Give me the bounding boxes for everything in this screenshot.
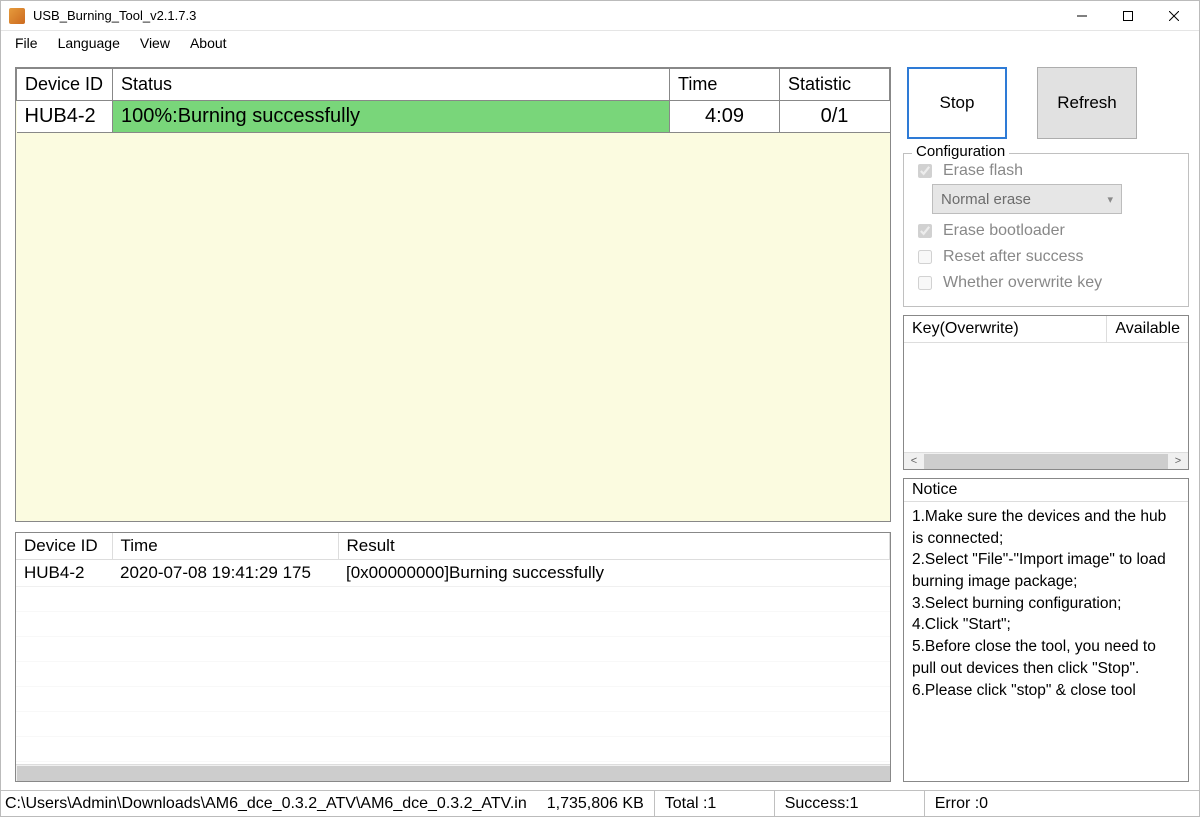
status-success: Success:1 [775, 791, 925, 816]
cfg-erase-bootloader-row: Erase bootloader [914, 218, 1178, 244]
log-panel: Device ID Time Result HUB4-2 2020-07-08 … [15, 532, 891, 782]
overwrite-key-label: Whether overwrite key [943, 274, 1102, 292]
log-cell-result: [0x00000000]Burning successfully [338, 560, 890, 587]
erase-flash-checkbox[interactable] [918, 164, 932, 178]
refresh-button[interactable]: Refresh [1037, 67, 1137, 139]
col-time[interactable]: Time [670, 69, 780, 101]
notice-line: 4.Click "Start"; [912, 614, 1180, 636]
erase-mode-select[interactable]: Normal erase ▾ [932, 184, 1122, 214]
maximize-button[interactable] [1105, 2, 1151, 30]
notice-body: 1.Make sure the devices and the hub is c… [904, 502, 1188, 705]
minimize-icon [1077, 11, 1087, 21]
overwrite-key-checkbox[interactable] [918, 276, 932, 290]
notice-panel: Notice 1.Make sure the devices and the h… [903, 478, 1189, 782]
erase-flash-label: Erase flash [943, 162, 1023, 180]
log-cell-time: 2020-07-08 19:41:29 175 [112, 560, 338, 587]
log-empty-rows [16, 587, 890, 764]
log-cell-device-id: HUB4-2 [16, 560, 112, 587]
content-area: Device ID Status Time Statistic HUB4-2 1… [1, 55, 1199, 790]
cfg-reset-row: Reset after success [914, 244, 1178, 270]
right-pane: Stop Refresh Configuration Erase flash N… [903, 67, 1189, 782]
key-panel: Key(Overwrite) Available < > [903, 315, 1189, 470]
minimize-button[interactable] [1059, 2, 1105, 30]
app-window: USB_Burning_Tool_v2.1.7.3 File Language … [0, 0, 1200, 817]
menu-language[interactable]: Language [48, 33, 130, 53]
window-title: USB_Burning_Tool_v2.1.7.3 [33, 8, 196, 23]
close-button[interactable] [1151, 2, 1197, 30]
key-col-key[interactable]: Key(Overwrite) [904, 316, 1107, 343]
notice-line: 1.Make sure the devices and the hub is c… [912, 506, 1180, 549]
col-status[interactable]: Status [113, 69, 670, 101]
log-col-result[interactable]: Result [338, 533, 890, 560]
cfg-erase-flash-row: Erase flash [914, 158, 1178, 184]
menu-view[interactable]: View [130, 33, 180, 53]
left-pane: Device ID Status Time Statistic HUB4-2 1… [15, 67, 891, 782]
menu-bar: File Language View About [1, 31, 1199, 55]
key-table-empty-area [904, 343, 1188, 452]
title-bar: USB_Burning_Tool_v2.1.7.3 [1, 1, 1199, 31]
cell-time: 4:09 [670, 101, 780, 133]
key-table: Key(Overwrite) Available [904, 316, 1188, 343]
erase-bootloader-checkbox[interactable] [918, 224, 932, 238]
chevron-down-icon: ▾ [1107, 193, 1113, 206]
device-table-empty-area [16, 133, 890, 521]
configuration-group: Configuration Erase flash Normal erase ▾… [903, 153, 1189, 307]
status-path: C:\Users\Admin\Downloads\AM6_dce_0.3.2_A… [1, 791, 537, 816]
col-statistic[interactable]: Statistic [780, 69, 890, 101]
table-row[interactable]: HUB4-2 100%:Burning successfully 4:09 0/… [17, 101, 890, 133]
status-error: Error :0 [925, 791, 1199, 816]
notice-heading: Notice [904, 479, 1188, 502]
erase-bootloader-label: Erase bootloader [943, 222, 1065, 240]
status-bar: C:\Users\Admin\Downloads\AM6_dce_0.3.2_A… [1, 790, 1199, 816]
device-status-table: Device ID Status Time Statistic HUB4-2 1… [16, 68, 890, 133]
maximize-icon [1123, 11, 1133, 21]
status-size: 1,735,806 KB [537, 791, 655, 816]
scrollbar-thumb[interactable] [17, 766, 890, 781]
log-col-device-id[interactable]: Device ID [16, 533, 112, 560]
cell-statistic: 0/1 [780, 101, 890, 133]
scrollbar-thumb[interactable] [924, 454, 1168, 469]
erase-mode-value: Normal erase [941, 191, 1031, 208]
menu-file[interactable]: File [5, 33, 48, 53]
log-hscrollbar[interactable] [16, 764, 890, 781]
stop-button[interactable]: Stop [907, 67, 1007, 139]
key-col-available[interactable]: Available [1107, 316, 1188, 343]
scroll-right-icon[interactable]: > [1170, 455, 1186, 467]
cell-device-id: HUB4-2 [17, 101, 113, 133]
notice-line: 6.Please click "stop" & close tool [912, 680, 1180, 702]
table-row[interactable]: HUB4-2 2020-07-08 19:41:29 175 [0x000000… [16, 560, 890, 587]
log-col-time[interactable]: Time [112, 533, 338, 560]
reset-after-success-label: Reset after success [943, 248, 1084, 266]
notice-line: 3.Select burning configuration; [912, 593, 1180, 615]
cfg-overwrite-key-row: Whether overwrite key [914, 270, 1178, 296]
notice-line: 5.Before close the tool, you need to pul… [912, 636, 1180, 679]
status-total: Total :1 [655, 791, 775, 816]
configuration-legend: Configuration [912, 143, 1009, 160]
key-hscrollbar[interactable]: < > [904, 452, 1188, 469]
device-status-panel: Device ID Status Time Statistic HUB4-2 1… [15, 67, 891, 522]
scroll-left-icon[interactable]: < [906, 455, 922, 467]
cell-status: 100%:Burning successfully [113, 101, 670, 133]
reset-after-success-checkbox[interactable] [918, 250, 932, 264]
action-buttons: Stop Refresh [903, 67, 1189, 139]
log-table: Device ID Time Result HUB4-2 2020-07-08 … [16, 533, 890, 587]
col-device-id[interactable]: Device ID [17, 69, 113, 101]
close-icon [1169, 11, 1179, 21]
menu-about[interactable]: About [180, 33, 237, 53]
app-icon [9, 8, 25, 24]
notice-line: 2.Select "File"-"Import image" to load b… [912, 549, 1180, 592]
